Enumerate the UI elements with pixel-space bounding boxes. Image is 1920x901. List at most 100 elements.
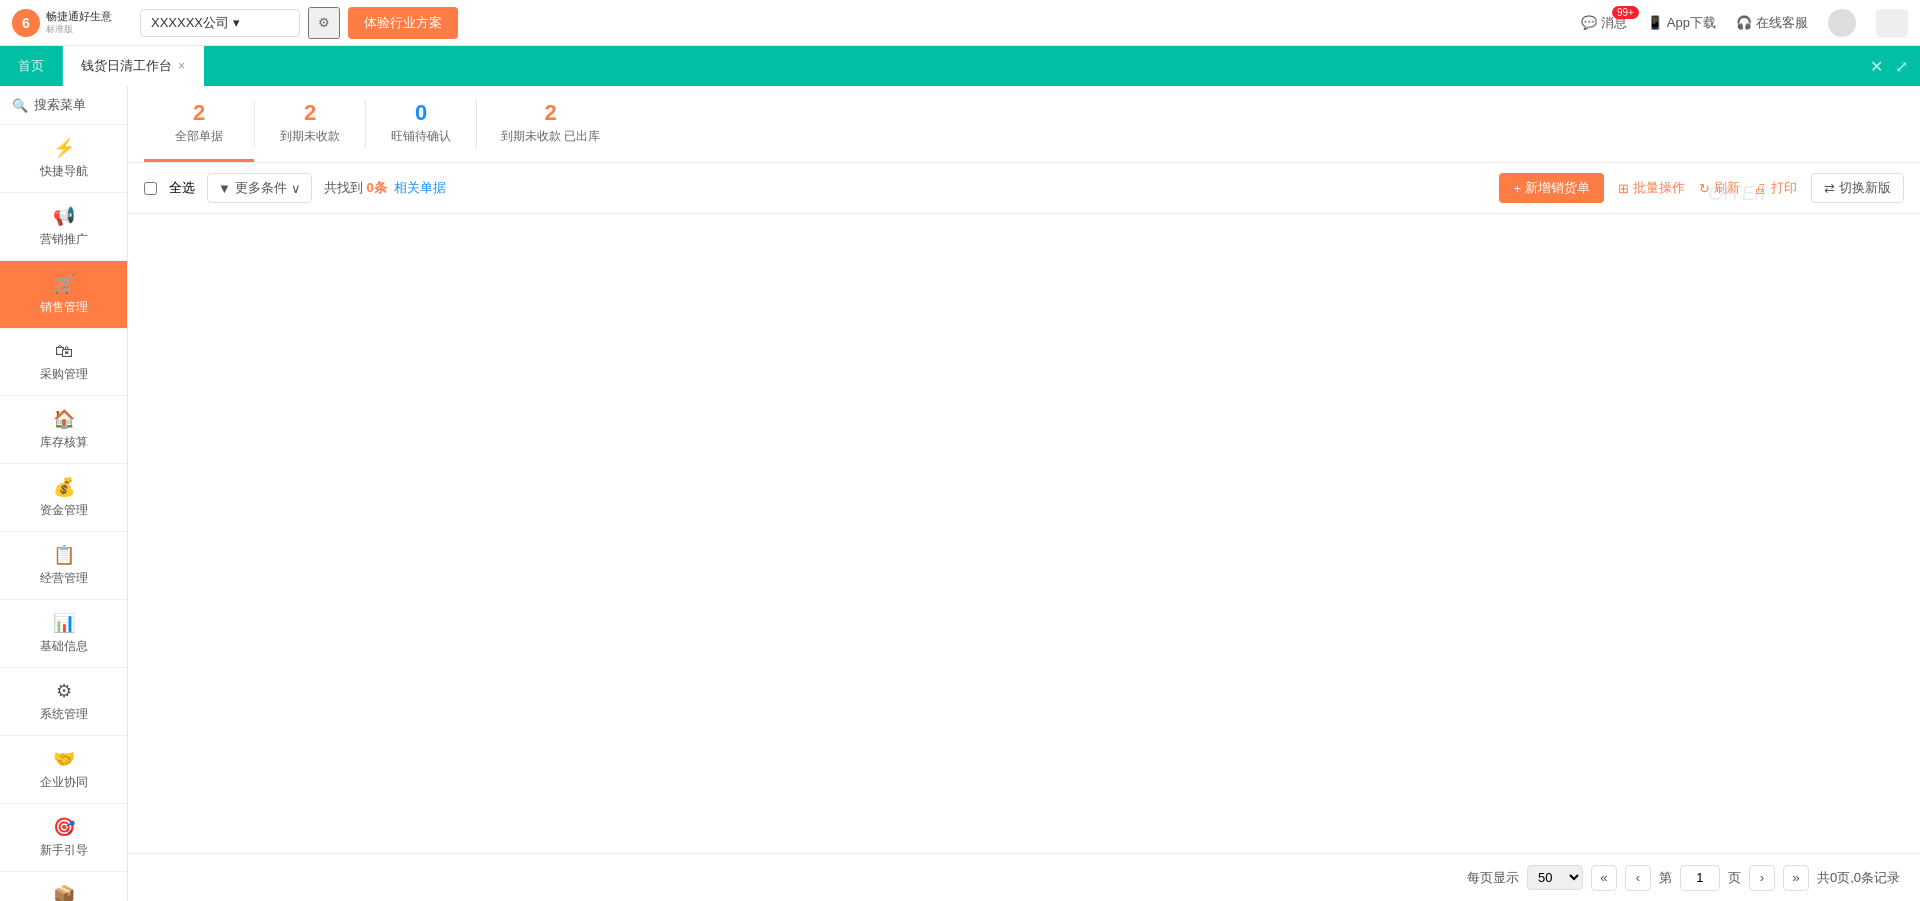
per-page-select[interactable]: 50 100 200 (1527, 865, 1583, 890)
stat-tab-overdue[interactable]: 2 到期未收款 (255, 86, 365, 162)
settings-button[interactable]: ⚙ (308, 7, 340, 39)
batch-operation-button[interactable]: ⊞ 批量操作 (1618, 179, 1685, 197)
refresh-button[interactable]: ↻ 刷新 (1699, 179, 1740, 197)
switch-icon: ⇄ (1824, 181, 1835, 196)
marketing-icon: 📢 (53, 205, 75, 227)
switch-version-button[interactable]: ⇄ 切换新版 (1811, 173, 1904, 203)
batch-label: 批量操作 (1633, 179, 1685, 197)
sidebar-label-marketing: 营销推广 (40, 231, 88, 248)
select-all-checkbox[interactable] (144, 182, 157, 195)
toolbar: 全选 ▼ 更多条件 ∨ 共找到 0条 相关单据 + 新增销货单 ⊞ 批量操作 (128, 163, 1920, 214)
per-page-label: 每页显示 (1467, 869, 1519, 887)
tab-bar: 首页 钱货日清工作台 × ✕ ⤢ (0, 46, 1920, 86)
finance-icon: 💰 (53, 476, 75, 498)
app-center-icon: 📦 (53, 884, 75, 901)
app-download-button[interactable]: 📱 App下载 (1647, 14, 1716, 32)
refresh-label: 刷新 (1714, 179, 1740, 197)
filter-button[interactable]: ▼ 更多条件 ∨ (207, 173, 312, 203)
select-all-label: 全选 (169, 179, 195, 197)
tab-workbench[interactable]: 钱货日清工作台 × (63, 46, 204, 86)
search-menu-label: 搜索菜单 (34, 96, 86, 114)
stat-label-all: 全部单据 (175, 128, 223, 145)
sidebar-item-system[interactable]: ⚙ 系统管理 (0, 668, 127, 736)
basic-info-icon: 📊 (53, 612, 75, 634)
new-btn-label: 新增销货单 (1525, 179, 1590, 197)
sidebar-item-quick-nav[interactable]: ⚡ 快捷导航 (0, 125, 127, 193)
sidebar-item-basic-info[interactable]: 📊 基础信息 (0, 600, 127, 668)
stat-label-pending: 旺铺待确认 (391, 128, 451, 145)
logo-area: 6 畅捷通好生意 标准版 (12, 9, 140, 37)
found-text: 共找到 0条 相关单据 (324, 179, 446, 197)
sidebar-label-enterprise: 企业协同 (40, 774, 88, 791)
page-suffix-label: 页 (1728, 869, 1741, 887)
sidebar-item-app-center[interactable]: 📦 应用中心 (0, 872, 127, 901)
sidebar-item-operations[interactable]: 📋 经营管理 (0, 532, 127, 600)
content-area: 2 全部单据 2 到期未收款 0 旺铺待确认 2 到期未收款 已出库 全选 (128, 86, 1920, 901)
system-icon: ⚙ (56, 680, 72, 702)
pagination-summary: 共0页,0条记录 (1817, 869, 1900, 887)
stat-tab-all[interactable]: 2 全部单据 (144, 86, 254, 162)
company-selector[interactable]: XXXXXX公司 ▾ (140, 9, 300, 37)
toolbar-right: + 新增销货单 ⊞ 批量操作 ↻ 刷新 🖨 打印 ⇄ 切换新版 (1499, 173, 1904, 203)
stats-tabs: 2 全部单据 2 到期未收款 0 旺铺待确认 2 到期未收款 已出库 (128, 86, 1920, 163)
sidebar-item-guide[interactable]: 🎯 新手引导 (0, 804, 127, 872)
quick-nav-icon: ⚡ (53, 137, 75, 159)
search-menu-item[interactable]: 🔍 搜索菜单 (0, 86, 127, 125)
sidebar-label-sales: 销售管理 (40, 299, 88, 316)
operations-icon: 📋 (53, 544, 75, 566)
message-button[interactable]: 💬 消息 99+ (1581, 14, 1627, 32)
tab-expand-icon[interactable]: ⤢ (1895, 57, 1908, 76)
last-page-button[interactable]: » (1783, 865, 1809, 891)
new-sales-order-button[interactable]: + 新增销货单 (1499, 173, 1604, 203)
sidebar-item-finance[interactable]: 💰 资金管理 (0, 464, 127, 532)
purchase-icon: 🛍 (55, 341, 73, 362)
app-download-label: App下载 (1667, 14, 1716, 32)
sidebar-item-inventory[interactable]: 🏠 库存核算 (0, 396, 127, 464)
gear-icon: ⚙ (318, 15, 330, 30)
stat-tab-pending[interactable]: 0 旺铺待确认 (366, 86, 476, 162)
enterprise-icon: 🤝 (53, 748, 75, 770)
batch-icon: ⊞ (1618, 181, 1629, 196)
sidebar-item-purchase[interactable]: 🛍 采购管理 (0, 329, 127, 396)
print-icon: 🖨 (1754, 181, 1767, 196)
message-badge: 99+ (1612, 6, 1639, 19)
prev-page-button[interactable]: ‹ (1625, 865, 1651, 891)
plus-icon: + (1513, 181, 1521, 196)
avatar[interactable] (1828, 9, 1856, 37)
search-icon: 🔍 (12, 98, 28, 113)
stat-label-overdue-shipped: 到期未收款 已出库 (501, 128, 600, 145)
next-page-button[interactable]: › (1749, 865, 1775, 891)
sidebar-item-sales[interactable]: 🛒 销售管理 (0, 261, 127, 329)
sidebar-label-basic-info: 基础信息 (40, 638, 88, 655)
download-icon: 📱 (1647, 15, 1663, 30)
print-button[interactable]: 🖨 打印 (1754, 179, 1797, 197)
tab-workbench-label: 钱货日清工作台 (81, 57, 172, 75)
refresh-icon: ↻ (1699, 181, 1710, 196)
message-icon: 💬 (1581, 15, 1597, 30)
switch-label: 切换新版 (1839, 179, 1891, 197)
tab-close-all-icon[interactable]: ✕ (1870, 57, 1883, 76)
stat-label-overdue: 到期未收款 (280, 128, 340, 145)
inventory-icon: 🏠 (53, 408, 75, 430)
user-menu[interactable] (1876, 9, 1908, 37)
app-logo-icon: 6 (12, 9, 40, 37)
stat-tab-overdue-shipped[interactable]: 2 到期未收款 已出库 (477, 86, 624, 162)
stat-num-all: 2 (193, 100, 205, 126)
page-number-input[interactable] (1680, 865, 1720, 891)
chevron-down-icon: ▾ (233, 15, 240, 30)
guide-icon: 🎯 (53, 816, 75, 838)
tab-home[interactable]: 首页 (0, 46, 63, 86)
related-link[interactable]: 相关单据 (394, 180, 446, 195)
tab-close-icon[interactable]: × (178, 59, 185, 73)
page-prefix-label: 第 (1659, 869, 1672, 887)
sidebar-item-marketing[interactable]: 📢 营销推广 (0, 193, 127, 261)
sales-icon: 🛒 (53, 273, 75, 295)
stat-num-pending: 0 (415, 100, 427, 126)
online-service-button[interactable]: 🎧 在线客服 (1736, 14, 1808, 32)
main-layout: 🔍 搜索菜单 ⚡ 快捷导航 📢 营销推广 🛒 销售管理 🛍 采购管理 🏠 库存核… (0, 86, 1920, 901)
trial-button[interactable]: 体验行业方案 (348, 7, 458, 39)
sidebar-label-guide: 新手引导 (40, 842, 88, 859)
sidebar-item-enterprise[interactable]: 🤝 企业协同 (0, 736, 127, 804)
filter-icon: ▼ (218, 181, 231, 196)
first-page-button[interactable]: « (1591, 865, 1617, 891)
